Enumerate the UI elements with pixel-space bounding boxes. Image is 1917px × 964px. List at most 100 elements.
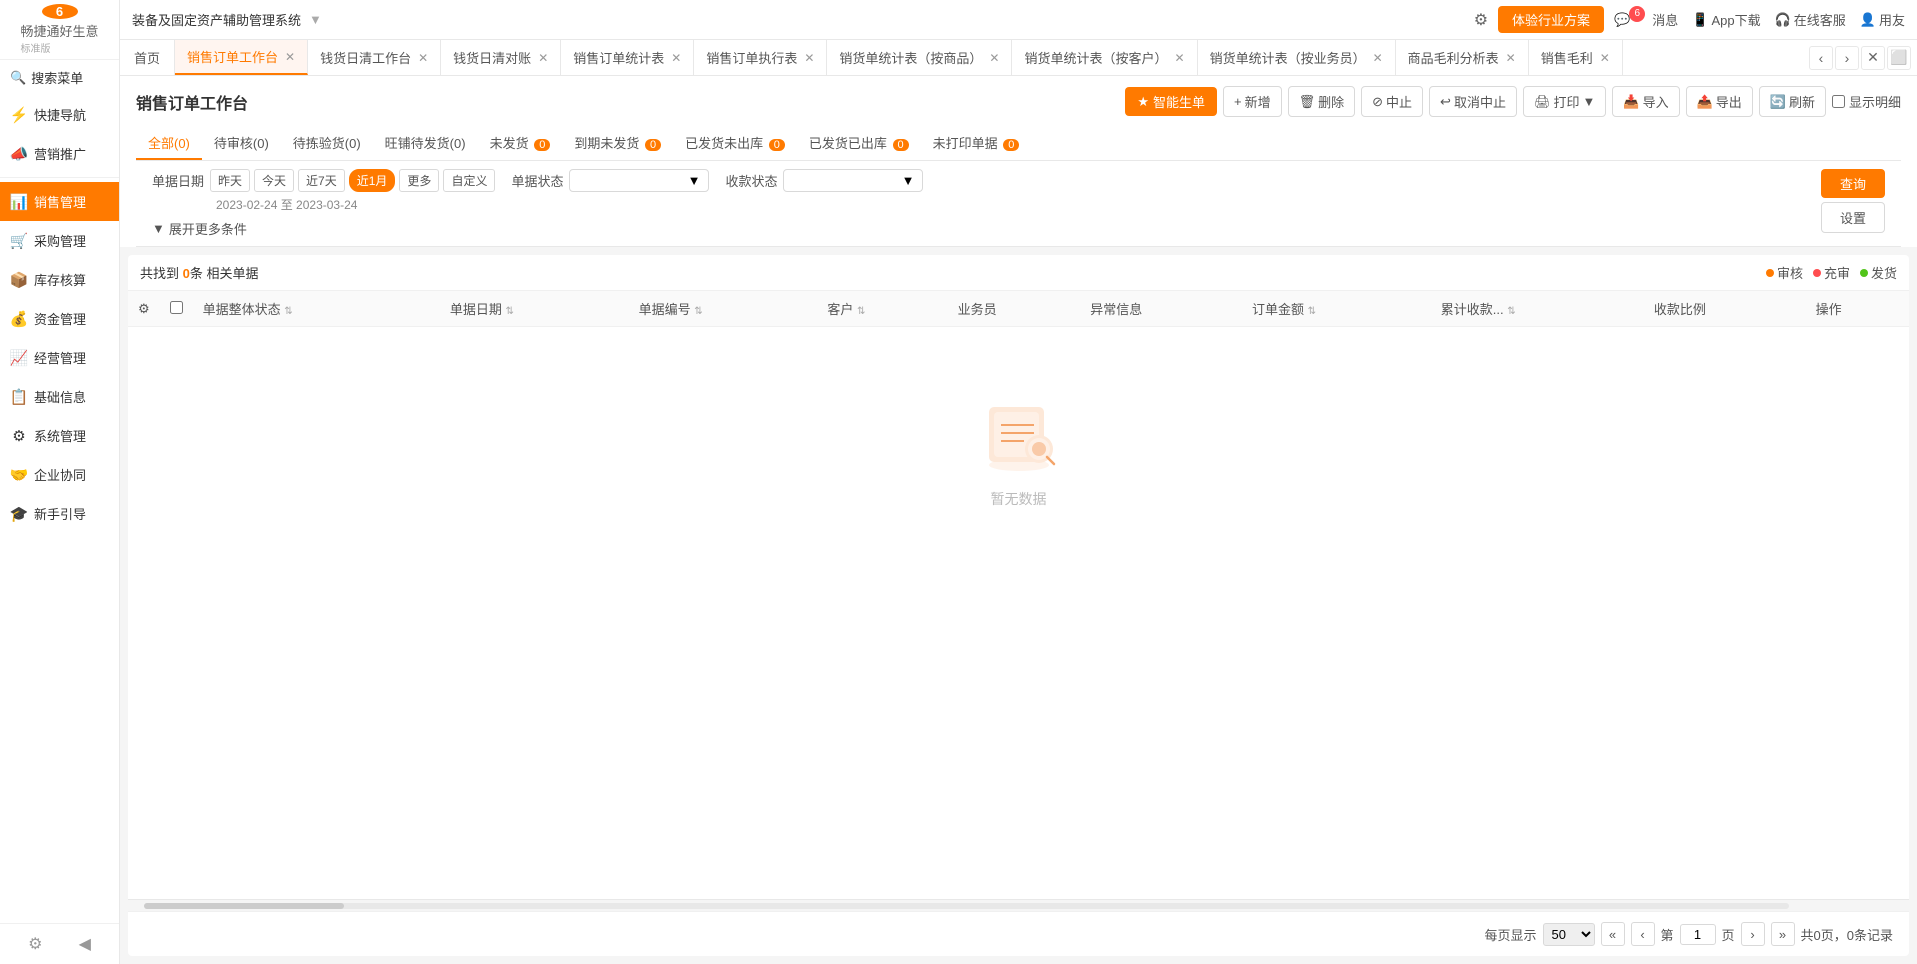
tab-close-icon[interactable]: ✕ bbox=[989, 51, 999, 65]
query-button[interactable]: 查询 bbox=[1821, 169, 1885, 198]
show-detail-label[interactable]: 显示明细 bbox=[1832, 92, 1901, 111]
sort-icon[interactable]: ⇅ bbox=[284, 306, 292, 317]
last-page-button[interactable]: » bbox=[1771, 922, 1795, 946]
subtab-all[interactable]: 全部(0) bbox=[136, 127, 202, 160]
export-button[interactable]: 📤 导出 bbox=[1686, 86, 1753, 117]
date-month[interactable]: 近1月 bbox=[349, 169, 396, 192]
subtab-shipped-not-out[interactable]: 已发货未出库 0 bbox=[673, 127, 797, 160]
tab-sales-stats-staff[interactable]: 销货单统计表（按业务员） ✕ bbox=[1198, 40, 1396, 75]
sidebar-item-system[interactable]: ⚙ 系统管理 bbox=[0, 416, 119, 455]
tab-close-icon[interactable]: ✕ bbox=[285, 50, 295, 64]
print-button[interactable]: 🖨 打印 ▼ bbox=[1523, 86, 1606, 117]
sidebar-item-marketing[interactable]: 📣 营销推广 bbox=[0, 134, 119, 173]
collapse-icon[interactable]: ◀ bbox=[79, 934, 91, 954]
tab-cash-reconcile[interactable]: 钱货日清对账 ✕ bbox=[441, 40, 561, 75]
sidebar-item-quick-nav[interactable]: ⚡ 快捷导航 bbox=[0, 95, 119, 134]
sidebar-item-operations[interactable]: 📈 经营管理 bbox=[0, 338, 119, 377]
sort-icon[interactable]: ⇅ bbox=[1507, 306, 1515, 317]
tab-close-icon[interactable]: ✕ bbox=[1373, 51, 1383, 65]
tab-next-button[interactable]: › bbox=[1835, 46, 1859, 70]
ship-action[interactable]: 发货 bbox=[1860, 263, 1897, 282]
stop-button[interactable]: ⊘ 中止 bbox=[1361, 86, 1423, 117]
page-input[interactable] bbox=[1680, 924, 1716, 945]
refresh-button[interactable]: 🔄 刷新 bbox=[1759, 86, 1826, 117]
revoke-action[interactable]: 充审 bbox=[1813, 263, 1850, 282]
tab-home[interactable]: 首页 bbox=[120, 40, 175, 75]
setting-button[interactable]: 设置 bbox=[1821, 202, 1885, 233]
add-button[interactable]: + 新增 bbox=[1223, 86, 1282, 117]
sort-icon[interactable]: ⇅ bbox=[1308, 306, 1316, 317]
date-custom[interactable]: 自定义 bbox=[443, 169, 495, 192]
sidebar-item-purchase[interactable]: 🛒 采购管理 bbox=[0, 221, 119, 260]
sort-icon[interactable]: ⇅ bbox=[857, 306, 865, 317]
subtab-pending-inspect[interactable]: 待拣验货(0) bbox=[281, 127, 373, 160]
logo-symbol: 6 bbox=[56, 4, 63, 19]
show-detail-checkbox[interactable] bbox=[1832, 95, 1845, 108]
tab-maximize-button[interactable]: ⬜ bbox=[1887, 46, 1911, 70]
review-action[interactable]: 审核 bbox=[1766, 263, 1803, 282]
col-checkbox[interactable] bbox=[160, 291, 193, 327]
total-count: 0 bbox=[183, 266, 190, 281]
tab-close-icon[interactable]: ✕ bbox=[804, 51, 814, 65]
table-scroll[interactable]: ⚙ 单据整体状态 ⇅ 单据日期 ⇅ bbox=[128, 291, 1909, 899]
sidebar-item-finance[interactable]: 💰 资金管理 bbox=[0, 299, 119, 338]
sort-icon[interactable]: ⇅ bbox=[694, 306, 702, 317]
date-more[interactable]: 更多 bbox=[399, 169, 439, 192]
subtab-not-shipped[interactable]: 未发货 0 bbox=[478, 127, 563, 160]
tab-sales-stats-customer[interactable]: 销货单统计表（按客户） ✕ bbox=[1012, 40, 1197, 75]
sort-icon[interactable]: ⇅ bbox=[505, 306, 513, 317]
tab-close-icon[interactable]: ✕ bbox=[1175, 51, 1185, 65]
cancel-stop-button[interactable]: ↩ 取消中止 bbox=[1429, 86, 1517, 117]
date-yesterday[interactable]: 昨天 bbox=[210, 169, 250, 192]
date-today[interactable]: 今天 bbox=[254, 169, 294, 192]
sidebar-item-inventory[interactable]: 📦 库存核算 bbox=[0, 260, 119, 299]
tab-close-icon[interactable]: ✕ bbox=[538, 51, 548, 65]
subtab-shipped-out[interactable]: 已发货已出库 0 bbox=[797, 127, 921, 160]
smart-generate-button[interactable]: ★ 智能生单 bbox=[1125, 87, 1217, 116]
tab-close-all-button[interactable]: ✕ bbox=[1861, 46, 1885, 70]
message-button[interactable]: 💬 6 消息 bbox=[1614, 10, 1678, 29]
select-all-checkbox[interactable] bbox=[170, 301, 183, 314]
sidebar-item-guide[interactable]: 🎓 新手引导 bbox=[0, 494, 119, 533]
dropdown-icon[interactable]: ▼ bbox=[309, 12, 322, 27]
import-button[interactable]: 📥 导入 bbox=[1612, 86, 1679, 117]
tab-close-icon[interactable]: ✕ bbox=[418, 51, 428, 65]
per-page-select[interactable]: 50 20 100 bbox=[1543, 923, 1595, 946]
tab-sales-profit[interactable]: 销售毛利 ✕ bbox=[1529, 40, 1623, 75]
user-button[interactable]: 👤 用友 bbox=[1860, 10, 1905, 29]
search-menu[interactable]: 🔍 搜索菜单 bbox=[0, 60, 119, 95]
delete-button[interactable]: 🗑 删除 bbox=[1288, 86, 1356, 117]
settings-gear-icon[interactable]: ⚙ bbox=[1474, 10, 1488, 30]
expand-more[interactable]: ▼ 展开更多条件 bbox=[152, 219, 1805, 238]
tab-sales-workbench[interactable]: 销售订单工作台 ✕ bbox=[175, 40, 308, 75]
tab-sales-exec[interactable]: 销售订单执行表 ✕ bbox=[694, 40, 827, 75]
next-page-button[interactable]: › bbox=[1741, 922, 1765, 946]
prev-page-button[interactable]: ‹ bbox=[1631, 922, 1655, 946]
settings-icon[interactable]: ⚙ bbox=[28, 934, 42, 954]
date-7days[interactable]: 近7天 bbox=[298, 169, 345, 192]
first-page-button[interactable]: « bbox=[1601, 922, 1625, 946]
scrollbar-thumb[interactable] bbox=[144, 903, 344, 909]
horizontal-scrollbar[interactable] bbox=[128, 899, 1909, 911]
subtab-overdue-ship[interactable]: 到期未发货 0 bbox=[562, 127, 673, 160]
status-select[interactable]: ▼ bbox=[569, 169, 709, 192]
tab-product-margin[interactable]: 商品毛利分析表 ✕ bbox=[1396, 40, 1529, 75]
sidebar-item-sales[interactable]: 📊 销售管理 bbox=[0, 182, 119, 221]
subtab-not-printed[interactable]: 未打印单据 0 bbox=[921, 127, 1032, 160]
tab-close-icon[interactable]: ✕ bbox=[671, 51, 681, 65]
sidebar-item-basic-info[interactable]: 📋 基础信息 bbox=[0, 377, 119, 416]
tab-close-icon[interactable]: ✕ bbox=[1506, 51, 1516, 65]
col-settings[interactable]: ⚙ bbox=[128, 291, 160, 327]
app-download-button[interactable]: 📱 App下载 bbox=[1692, 10, 1760, 29]
tab-prev-button[interactable]: ‹ bbox=[1809, 46, 1833, 70]
sidebar-item-enterprise[interactable]: 🤝 企业协同 bbox=[0, 455, 119, 494]
subtab-wangpu[interactable]: 旺铺待发货(0) bbox=[373, 127, 478, 160]
tab-cash-daily[interactable]: 钱货日清工作台 ✕ bbox=[308, 40, 441, 75]
tab-close-icon[interactable]: ✕ bbox=[1600, 51, 1610, 65]
tab-sales-stats-product[interactable]: 销货单统计表（按商品） ✕ bbox=[827, 40, 1012, 75]
payment-select[interactable]: ▼ bbox=[783, 169, 923, 192]
online-service-button[interactable]: 🎧 在线客服 bbox=[1775, 10, 1846, 29]
subtab-pending-review[interactable]: 待审核(0) bbox=[202, 127, 281, 160]
tab-sales-stats[interactable]: 销售订单统计表 ✕ bbox=[561, 40, 694, 75]
trial-button[interactable]: 体验行业方案 bbox=[1498, 6, 1604, 33]
